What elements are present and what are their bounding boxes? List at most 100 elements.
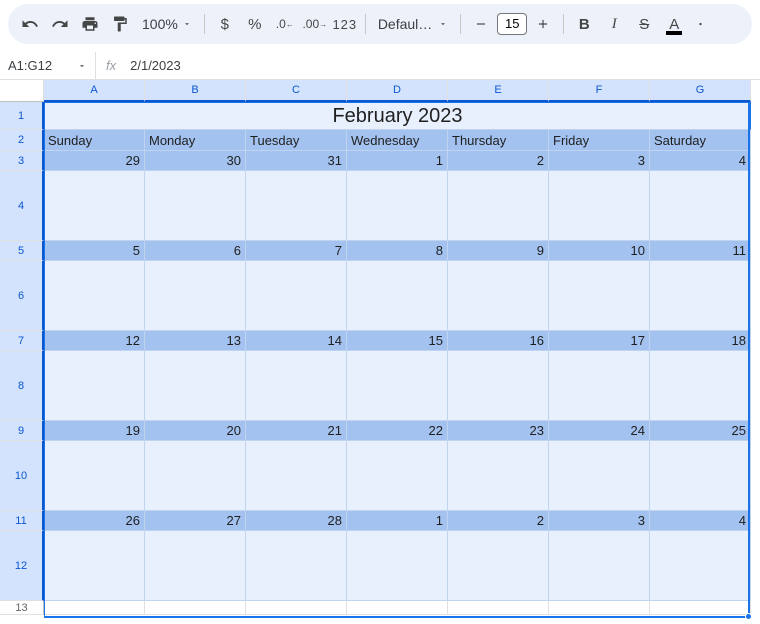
calendar-body-cell[interactable] <box>44 351 145 421</box>
column-header[interactable]: G <box>650 80 751 102</box>
print-button[interactable] <box>76 10 104 38</box>
day-header-cell[interactable]: Wednesday <box>347 130 448 151</box>
date-cell[interactable]: 25 <box>650 421 751 441</box>
calendar-body-cell[interactable] <box>246 531 347 601</box>
calendar-body-cell[interactable] <box>448 531 549 601</box>
date-cell[interactable]: 30 <box>145 151 246 171</box>
calendar-title-cell[interactable]: February 2023 <box>44 102 751 130</box>
calendar-body-cell[interactable] <box>549 531 650 601</box>
calendar-body-cell[interactable] <box>44 261 145 331</box>
calendar-body-cell[interactable] <box>44 171 145 241</box>
date-cell[interactable]: 24 <box>549 421 650 441</box>
date-cell[interactable]: 27 <box>145 511 246 531</box>
calendar-body-cell[interactable] <box>347 171 448 241</box>
calendar-body-cell[interactable] <box>549 261 650 331</box>
day-header-cell[interactable]: Sunday <box>44 130 145 151</box>
row-header[interactable]: 8 <box>0 351 44 421</box>
cell[interactable] <box>448 601 549 615</box>
date-cell[interactable]: 20 <box>145 421 246 441</box>
row-header[interactable]: 9 <box>0 421 44 441</box>
row-header[interactable]: 2 <box>0 130 44 151</box>
calendar-body-cell[interactable] <box>650 351 751 421</box>
calendar-body-cell[interactable] <box>347 351 448 421</box>
select-all-cell[interactable] <box>0 80 44 102</box>
date-cell[interactable]: 7 <box>246 241 347 261</box>
calendar-body-cell[interactable] <box>44 531 145 601</box>
decrease-font-size-button[interactable] <box>467 10 495 38</box>
formula-input[interactable]: 2/1/2023 <box>126 58 760 73</box>
calendar-body-cell[interactable] <box>650 531 751 601</box>
date-cell[interactable]: 11 <box>650 241 751 261</box>
calendar-body-cell[interactable] <box>549 171 650 241</box>
row-header[interactable]: 4 <box>0 171 44 241</box>
date-cell[interactable]: 15 <box>347 331 448 351</box>
column-header[interactable]: A <box>44 80 145 102</box>
row-header[interactable]: 11 <box>0 511 44 531</box>
row-header[interactable]: 1 <box>0 102 44 130</box>
calendar-body-cell[interactable] <box>650 171 751 241</box>
row-header[interactable]: 3 <box>0 151 44 171</box>
strikethrough-button[interactable]: S <box>630 10 658 38</box>
date-cell[interactable]: 10 <box>549 241 650 261</box>
date-cell[interactable]: 6 <box>145 241 246 261</box>
date-cell[interactable]: 21 <box>246 421 347 441</box>
column-header[interactable]: B <box>145 80 246 102</box>
date-cell[interactable]: 19 <box>44 421 145 441</box>
calendar-body-cell[interactable] <box>145 171 246 241</box>
currency-button[interactable]: $ <box>211 10 239 38</box>
row-header[interactable]: 5 <box>0 241 44 261</box>
date-cell[interactable]: 4 <box>650 151 751 171</box>
cell[interactable] <box>246 601 347 615</box>
date-cell[interactable]: 4 <box>650 511 751 531</box>
calendar-body-cell[interactable] <box>448 261 549 331</box>
font-family-select[interactable]: Defaul… <box>372 16 454 32</box>
calendar-body-cell[interactable] <box>549 351 650 421</box>
calendar-body-cell[interactable] <box>145 441 246 511</box>
paint-format-button[interactable] <box>106 10 134 38</box>
date-cell[interactable]: 23 <box>448 421 549 441</box>
date-cell[interactable]: 12 <box>44 331 145 351</box>
calendar-body-cell[interactable] <box>246 171 347 241</box>
increase-font-size-button[interactable] <box>529 10 557 38</box>
column-header[interactable]: D <box>347 80 448 102</box>
italic-button[interactable]: I <box>600 10 628 38</box>
name-box[interactable]: A1:G12 <box>0 52 96 79</box>
bold-button[interactable]: B <box>570 10 598 38</box>
calendar-body-cell[interactable] <box>448 351 549 421</box>
date-cell[interactable]: 26 <box>44 511 145 531</box>
row-header[interactable]: 6 <box>0 261 44 331</box>
day-header-cell[interactable]: Friday <box>549 130 650 151</box>
column-header[interactable]: C <box>246 80 347 102</box>
date-cell[interactable]: 16 <box>448 331 549 351</box>
day-header-cell[interactable]: Saturday <box>650 130 751 151</box>
calendar-body-cell[interactable] <box>145 531 246 601</box>
date-cell[interactable]: 9 <box>448 241 549 261</box>
date-cell[interactable]: 3 <box>549 511 650 531</box>
date-cell[interactable]: 17 <box>549 331 650 351</box>
decrease-decimal-button[interactable]: .0← <box>271 10 299 38</box>
calendar-body-cell[interactable] <box>246 441 347 511</box>
calendar-body-cell[interactable] <box>347 441 448 511</box>
date-cell[interactable]: 2 <box>448 151 549 171</box>
date-cell[interactable]: 1 <box>347 511 448 531</box>
date-cell[interactable]: 31 <box>246 151 347 171</box>
date-cell[interactable]: 29 <box>44 151 145 171</box>
date-cell[interactable]: 5 <box>44 241 145 261</box>
redo-button[interactable] <box>46 10 74 38</box>
date-cell[interactable]: 2 <box>448 511 549 531</box>
cell[interactable] <box>44 601 145 615</box>
calendar-body-cell[interactable] <box>347 531 448 601</box>
calendar-body-cell[interactable] <box>145 261 246 331</box>
cell[interactable] <box>549 601 650 615</box>
zoom-select[interactable]: 100% <box>136 16 198 32</box>
percent-button[interactable]: % <box>241 10 269 38</box>
row-header[interactable]: 7 <box>0 331 44 351</box>
calendar-body-cell[interactable] <box>145 351 246 421</box>
calendar-body-cell[interactable] <box>448 441 549 511</box>
row-header[interactable]: 12 <box>0 531 44 601</box>
date-cell[interactable]: 14 <box>246 331 347 351</box>
cell[interactable] <box>145 601 246 615</box>
cell[interactable] <box>347 601 448 615</box>
font-size-input[interactable]: 15 <box>497 13 527 35</box>
date-cell[interactable]: 28 <box>246 511 347 531</box>
